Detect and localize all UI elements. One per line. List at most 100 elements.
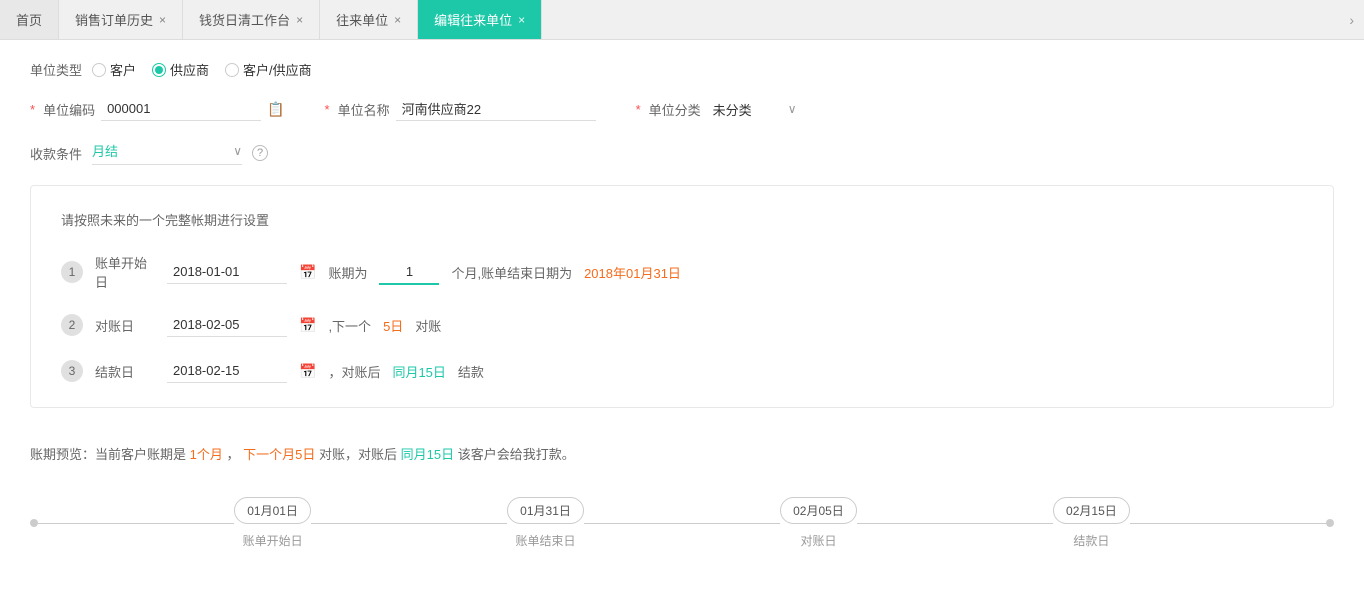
preview-suffix: 该客户会给我打款。 bbox=[458, 447, 575, 462]
code-required-star: * bbox=[30, 102, 35, 117]
unit-type-row: 单位类型 客户 供应商 客户/供应商 bbox=[30, 60, 1334, 79]
period-row-2: 2 对账日 📅 ,下一个 5日 对账 bbox=[61, 313, 1303, 337]
unit-type-radio-group: 客户 供应商 客户/供应商 bbox=[92, 60, 312, 79]
timeline-label-payment: 结款日 bbox=[1073, 532, 1109, 549]
tab-edit-close[interactable]: × bbox=[518, 13, 525, 27]
timeline-node-end: 01月31日 账单结束日 bbox=[507, 497, 584, 549]
payment-value: 月结 bbox=[92, 141, 118, 160]
timeline-badge-end: 01月31日 bbox=[507, 497, 584, 524]
period-note-2a: ,下一个 bbox=[328, 316, 371, 335]
period-label-3: 结款日 bbox=[95, 362, 155, 381]
tab-edit-partner-unit[interactable]: 编辑往来单位 × bbox=[418, 0, 542, 39]
period-card: 请按照未来的一个完整帐期进行设置 1 账单开始日 📅 账期为 个月,账单结束日期… bbox=[30, 185, 1334, 408]
radio-customer-supplier[interactable]: 客户/供应商 bbox=[225, 60, 312, 79]
tab-partner-label: 往来单位 bbox=[336, 10, 388, 29]
code-calendar-icon[interactable]: 📋 bbox=[267, 101, 284, 118]
code-group: * 单位编码 📋 bbox=[30, 97, 285, 121]
category-dropdown-arrow[interactable]: ∨ bbox=[788, 102, 797, 116]
start-date-calendar-icon[interactable]: 📅 bbox=[299, 264, 316, 281]
timeline-label-start: 账单开始日 bbox=[243, 532, 303, 549]
period-note-2b-highlight: 5日 bbox=[383, 316, 403, 335]
radio-customer-supplier-circle bbox=[225, 63, 239, 77]
tab-sales-order-history[interactable]: 销售订单历史 × bbox=[59, 0, 183, 39]
timeline-left-dot bbox=[30, 519, 38, 527]
period-note-3c: 结款 bbox=[458, 362, 484, 381]
unit-type-label: 单位类型 bbox=[30, 60, 82, 79]
timeline-line-2 bbox=[311, 523, 507, 524]
name-required-star: * bbox=[325, 102, 330, 117]
tab-partner-unit[interactable]: 往来单位 × bbox=[320, 0, 418, 39]
reconcile-date-calendar-icon[interactable]: 📅 bbox=[299, 317, 316, 334]
tab-cash-close[interactable]: × bbox=[296, 13, 303, 27]
payment-dropdown-arrow[interactable]: ∨ bbox=[233, 144, 242, 158]
timeline-badge-reconcile: 02月05日 bbox=[780, 497, 857, 524]
radio-customer[interactable]: 客户 bbox=[92, 60, 136, 79]
reconcile-date-input[interactable] bbox=[167, 313, 287, 337]
settlement-date-input[interactable] bbox=[167, 359, 287, 383]
category-group: * 单位分类 未分类 ∨ bbox=[636, 100, 797, 119]
tab-edit-label: 编辑往来单位 bbox=[434, 10, 512, 29]
help-icon[interactable]: ? bbox=[252, 145, 268, 161]
timeline-badge-payment: 02月15日 bbox=[1053, 497, 1130, 524]
timeline-node-reconcile: 02月05日 对账日 bbox=[780, 497, 857, 549]
name-input[interactable] bbox=[396, 97, 596, 121]
radio-supplier-circle bbox=[152, 63, 166, 77]
code-input[interactable] bbox=[101, 97, 261, 121]
tab-partner-close[interactable]: × bbox=[394, 13, 401, 27]
timeline-label-reconcile: 对账日 bbox=[800, 532, 836, 549]
tab-sales-label: 销售订单历史 bbox=[75, 10, 153, 29]
preview-row: 账期预览：当前客户账期是 1个月 ， 下一个月5日 对账，对账后 同月15日 该… bbox=[30, 428, 1334, 487]
period-note-3a: ，对账后 bbox=[328, 362, 380, 381]
period-row-3: 3 结款日 📅 ，对账后 同月15日 结款 bbox=[61, 359, 1303, 383]
tab-cash-work[interactable]: 钱货日清工作台 × bbox=[183, 0, 320, 39]
period-note-1a: 账期为 bbox=[328, 263, 367, 282]
payment-label: 收款条件 bbox=[30, 144, 82, 163]
category-label: 单位分类 bbox=[649, 100, 701, 119]
radio-customer-circle bbox=[92, 63, 106, 77]
settlement-date-calendar-icon[interactable]: 📅 bbox=[299, 363, 316, 380]
radio-supplier[interactable]: 供应商 bbox=[152, 60, 209, 79]
preview-part3: 同月15日 bbox=[401, 447, 454, 462]
period-num-1: 1 bbox=[61, 261, 83, 283]
tab-sales-close[interactable]: × bbox=[159, 13, 166, 27]
period-label-2: 对账日 bbox=[95, 316, 155, 335]
preview-mid1: ， bbox=[227, 447, 240, 462]
tab-cash-label: 钱货日清工作台 bbox=[199, 10, 290, 29]
timeline-line-5 bbox=[1130, 523, 1326, 524]
code-label: 单位编码 bbox=[43, 100, 95, 119]
period-note-3b-highlight: 同月15日 bbox=[392, 362, 445, 381]
start-date-input[interactable] bbox=[167, 260, 287, 284]
tab-home-label: 首页 bbox=[16, 10, 42, 29]
period-end-date-highlight: 2018年01月31日 bbox=[584, 263, 681, 282]
preview-mid2: 对账，对账后 bbox=[319, 447, 397, 462]
category-value: 未分类 bbox=[713, 100, 752, 119]
period-note-1b: 个月,账单结束日期为 bbox=[451, 263, 572, 282]
timeline-line-1 bbox=[38, 523, 234, 524]
preview-part2: 下一个月5日 bbox=[243, 447, 315, 462]
timeline-right-dot bbox=[1326, 519, 1334, 527]
radio-customer-supplier-label: 客户/供应商 bbox=[243, 60, 312, 79]
main-content: 单位类型 客户 供应商 客户/供应商 * 单位编码 📋 * 单位名称 bbox=[0, 40, 1364, 608]
preview-part1: 1个月 bbox=[190, 447, 223, 462]
tab-bar: 首页 销售订单历史 × 钱货日清工作台 × 往来单位 × 编辑往来单位 × › bbox=[0, 0, 1364, 40]
timeline-line-3 bbox=[584, 523, 780, 524]
period-row-1: 1 账单开始日 📅 账期为 个月,账单结束日期为 2018年01月31日 bbox=[61, 253, 1303, 291]
payment-row: 收款条件 月结 ∨ ? bbox=[30, 141, 1334, 165]
name-label: 单位名称 bbox=[338, 100, 390, 119]
tab-more-arrow[interactable]: › bbox=[1339, 12, 1364, 28]
radio-customer-label: 客户 bbox=[110, 60, 136, 79]
unit-info-row: * 单位编码 📋 * 单位名称 * 单位分类 未分类 ∨ bbox=[30, 97, 1334, 121]
timeline-wrapper: 01月01日 账单开始日 01月31日 账单结束日 02月05日 对账日 02月… bbox=[30, 497, 1334, 549]
period-months-input[interactable] bbox=[379, 260, 439, 285]
timeline-line-4 bbox=[857, 523, 1053, 524]
period-num-2: 2 bbox=[61, 314, 83, 336]
tab-home[interactable]: 首页 bbox=[0, 0, 59, 39]
category-required-star: * bbox=[636, 102, 641, 117]
period-num-3: 3 bbox=[61, 360, 83, 382]
timeline-node-start: 01月01日 账单开始日 bbox=[234, 497, 311, 549]
timeline-node-payment: 02月15日 结款日 bbox=[1053, 497, 1130, 549]
period-label-1: 账单开始日 bbox=[95, 253, 155, 291]
timeline-badge-start: 01月01日 bbox=[234, 497, 311, 524]
name-group: * 单位名称 bbox=[325, 97, 596, 121]
period-note-2c: 对账 bbox=[415, 316, 441, 335]
